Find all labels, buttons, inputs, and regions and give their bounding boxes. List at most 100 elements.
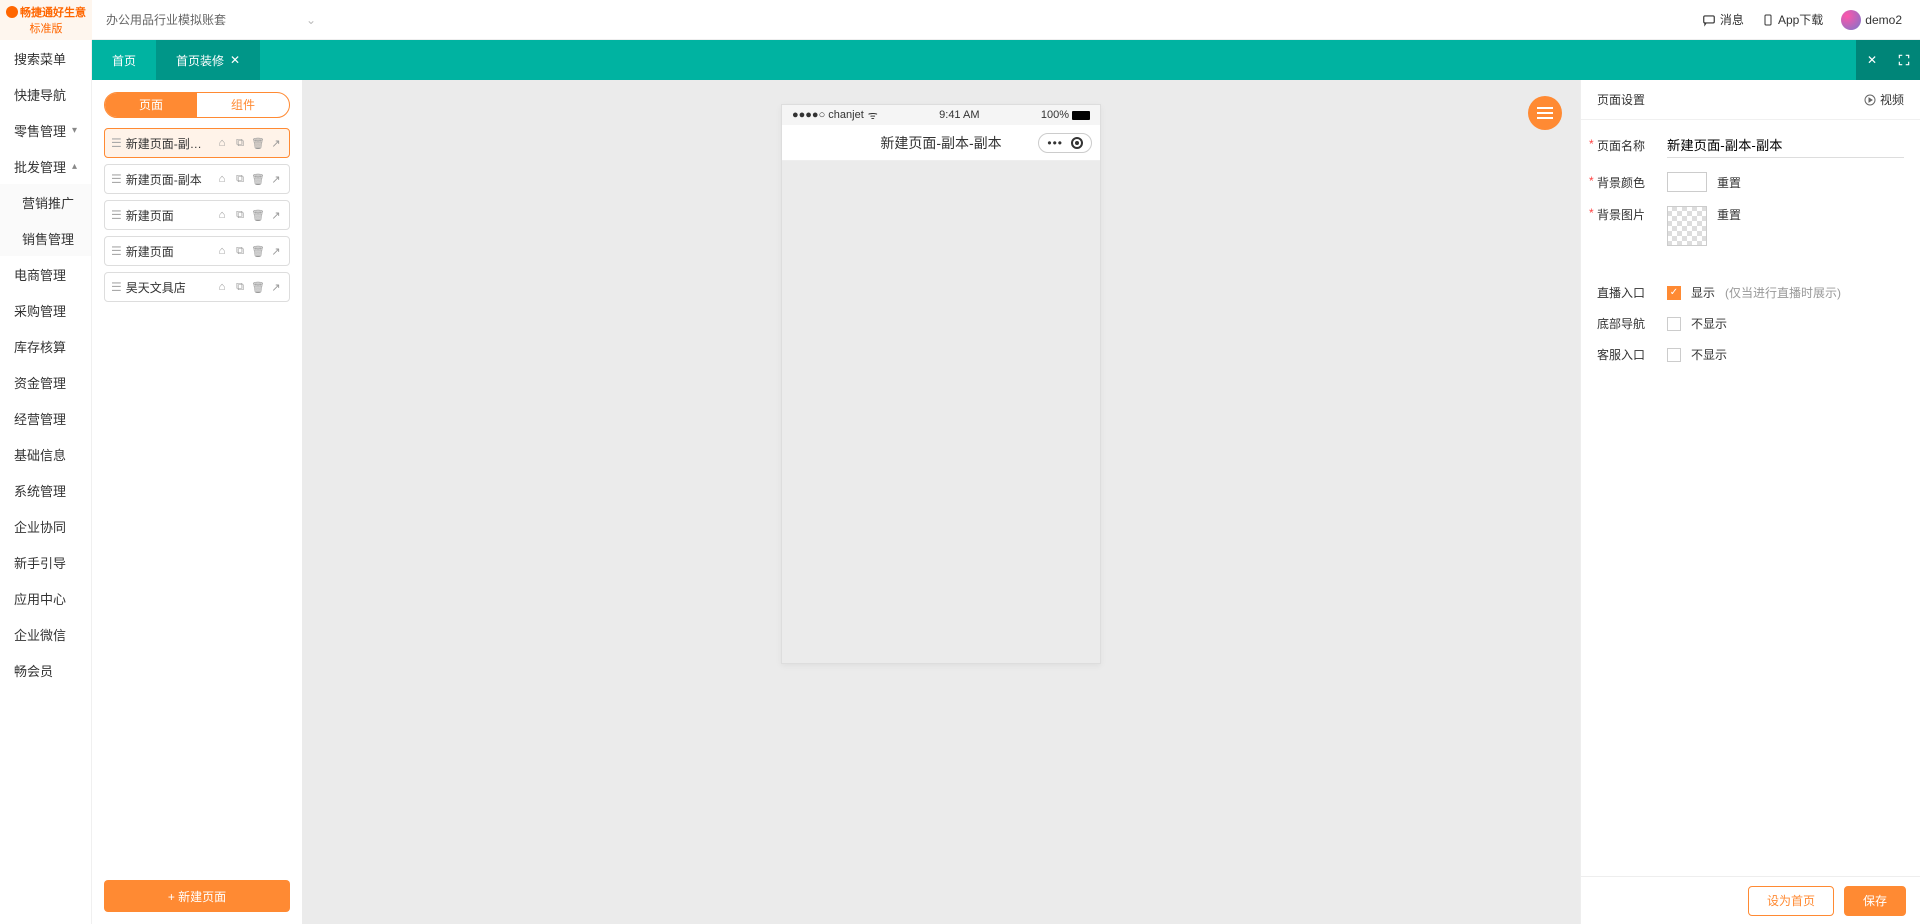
delete-icon[interactable]: 🗑: [251, 136, 265, 150]
phone-battery: 100%: [1041, 109, 1069, 121]
tenant-select[interactable]: 办公用品行业模拟账套 ⌄: [106, 11, 316, 28]
nav-item[interactable]: 企业微信: [0, 616, 91, 652]
nav-item-label: 企业微信: [14, 625, 66, 644]
message-button[interactable]: 消息: [1702, 11, 1744, 28]
delete-icon[interactable]: 🗑: [251, 172, 265, 186]
nav-item[interactable]: 应用中心: [0, 580, 91, 616]
input-page-name[interactable]: [1667, 132, 1904, 158]
fullscreen-button[interactable]: [1888, 40, 1920, 80]
nav-item[interactable]: 快捷导航: [0, 76, 91, 112]
reset-bg-image[interactable]: 重置: [1717, 206, 1741, 223]
drag-handle-icon[interactable]: ☰: [111, 136, 122, 150]
live-hint: (仅当进行直播时展示): [1725, 284, 1841, 301]
set-home-button[interactable]: 设为首页: [1748, 886, 1834, 916]
share-icon[interactable]: ↗: [269, 208, 283, 222]
nav-item-label: 批发管理: [14, 157, 66, 176]
delete-icon[interactable]: 🗑: [251, 280, 265, 294]
user-menu[interactable]: demo2: [1841, 10, 1902, 30]
phone-body[interactable]: [782, 161, 1100, 663]
app-download-button[interactable]: App下载: [1762, 11, 1823, 28]
drag-handle-icon[interactable]: ☰: [111, 172, 122, 186]
canvas: ●●●●○ chanjetᯤ 9:41 AM 100% 新建页面-副本-副本 •…: [302, 80, 1580, 924]
page-list-item[interactable]: ☰新建页面-副本⌂⧉🗑↗: [104, 164, 290, 194]
left-nav: 搜索菜单快捷导航零售管理 ▾ 批发管理▴营销推广销售管理电商管理采购管理库存核算资金…: [0, 40, 92, 924]
target-icon: [1071, 137, 1083, 149]
nav-item[interactable]: 系统管理: [0, 472, 91, 508]
nav-item[interactable]: 采购管理: [0, 292, 91, 328]
copy-icon[interactable]: ⧉: [233, 172, 247, 186]
live-show-text: 显示: [1691, 284, 1715, 301]
phone-title: 新建页面-副本-副本: [880, 133, 1001, 153]
nav-item[interactable]: 零售管理 ▾: [0, 112, 91, 148]
home-icon[interactable]: ⌂: [215, 208, 229, 222]
message-label: 消息: [1720, 11, 1744, 28]
nav-item[interactable]: 基础信息: [0, 436, 91, 472]
phone-preview: ●●●●○ chanjetᯤ 9:41 AM 100% 新建页面-副本-副本 •…: [781, 104, 1101, 664]
home-icon[interactable]: ⌂: [215, 136, 229, 150]
nav-item[interactable]: 销售管理: [0, 220, 91, 256]
phone-time: 9:41 AM: [939, 109, 979, 121]
nav-item[interactable]: 库存核算: [0, 328, 91, 364]
home-icon[interactable]: ⌂: [215, 244, 229, 258]
tabstrip-close-button[interactable]: ✕: [1856, 40, 1888, 80]
home-icon[interactable]: ⌂: [215, 172, 229, 186]
pl-tab-page[interactable]: 页面: [105, 93, 197, 117]
page-list-item[interactable]: ☰ 新建页面 ⌂ ⧉ 🗑 ↗: [104, 200, 290, 230]
phone-status-bar: ●●●●○ chanjetᯤ 9:41 AM 100%: [782, 105, 1100, 125]
checkbox-bottom-nav[interactable]: [1667, 317, 1681, 331]
share-icon[interactable]: ↗: [269, 280, 283, 294]
drag-handle-icon[interactable]: ☰: [111, 244, 122, 258]
nav-item[interactable]: 经营管理: [0, 400, 91, 436]
label-bg-color: 背景颜色: [1597, 174, 1657, 191]
nav-item-label: 基础信息: [14, 445, 66, 464]
tab-home[interactable]: 首页: [92, 40, 156, 80]
nav-item[interactable]: 营销推广: [0, 184, 91, 220]
brand-sub: 标准版: [30, 20, 63, 36]
play-icon: [1864, 94, 1876, 106]
nav-item[interactable]: 畅会员: [0, 652, 91, 688]
page-name: 新建页面: [126, 207, 211, 224]
copy-icon[interactable]: ⧉: [233, 136, 247, 150]
label-bg-image: 背景图片: [1597, 206, 1657, 223]
video-help-link[interactable]: 视频: [1864, 91, 1904, 108]
drag-handle-icon[interactable]: ☰: [111, 280, 122, 294]
bg-color-swatch[interactable]: [1667, 172, 1707, 192]
pl-tabs: 页面 组件: [104, 92, 290, 118]
drag-handle-icon[interactable]: ☰: [111, 208, 122, 222]
page-name: 新建页面: [126, 243, 211, 260]
brand-logo[interactable]: 畅捷通好生意 标准版: [0, 0, 92, 40]
nav-item-label: 零售管理: [14, 121, 66, 140]
save-button[interactable]: 保存: [1844, 886, 1906, 916]
nav-item[interactable]: 电商管理: [0, 256, 91, 292]
delete-icon[interactable]: 🗑: [251, 244, 265, 258]
page-list-item[interactable]: ☰ 新建页面 ⌂ ⧉ 🗑 ↗: [104, 236, 290, 266]
chevron-down-icon: ⌄: [306, 13, 316, 27]
app-download-label: App下载: [1778, 11, 1823, 28]
nav-item[interactable]: 资金管理: [0, 364, 91, 400]
nav-item[interactable]: 新手引导: [0, 544, 91, 580]
pl-tab-component[interactable]: 组件: [197, 93, 289, 117]
home-icon[interactable]: ⌂: [215, 280, 229, 294]
copy-icon[interactable]: ⧉: [233, 244, 247, 258]
checkbox-service[interactable]: [1667, 348, 1681, 362]
nav-item[interactable]: 企业协同: [0, 508, 91, 544]
reset-bg-color[interactable]: 重置: [1717, 174, 1741, 191]
tab-decorate[interactable]: 首页装修 ✕: [156, 40, 260, 80]
nav-item[interactable]: 搜索菜单: [0, 40, 91, 76]
toggle-panel-button[interactable]: [1528, 96, 1562, 130]
delete-icon[interactable]: 🗑: [251, 208, 265, 222]
page-list-item[interactable]: ☰新建页面-副本...⌂⧉🗑↗: [104, 128, 290, 158]
checkbox-live[interactable]: ✓: [1667, 286, 1681, 300]
page-list-item[interactable]: ☰昊天文具店⌂⧉🗑↗: [104, 272, 290, 302]
caret-icon: ▾: [72, 125, 77, 136]
close-icon[interactable]: ✕: [230, 53, 240, 67]
nav-item[interactable]: 批发管理▴: [0, 148, 91, 184]
mini-program-capsule[interactable]: •••: [1038, 133, 1092, 153]
copy-icon[interactable]: ⧉: [233, 208, 247, 222]
copy-icon[interactable]: ⧉: [233, 280, 247, 294]
bg-image-thumb[interactable]: [1667, 206, 1707, 246]
share-icon[interactable]: ↗: [269, 172, 283, 186]
share-icon[interactable]: ↗: [269, 136, 283, 150]
new-page-button[interactable]: + 新建页面: [104, 880, 290, 912]
share-icon[interactable]: ↗: [269, 244, 283, 258]
